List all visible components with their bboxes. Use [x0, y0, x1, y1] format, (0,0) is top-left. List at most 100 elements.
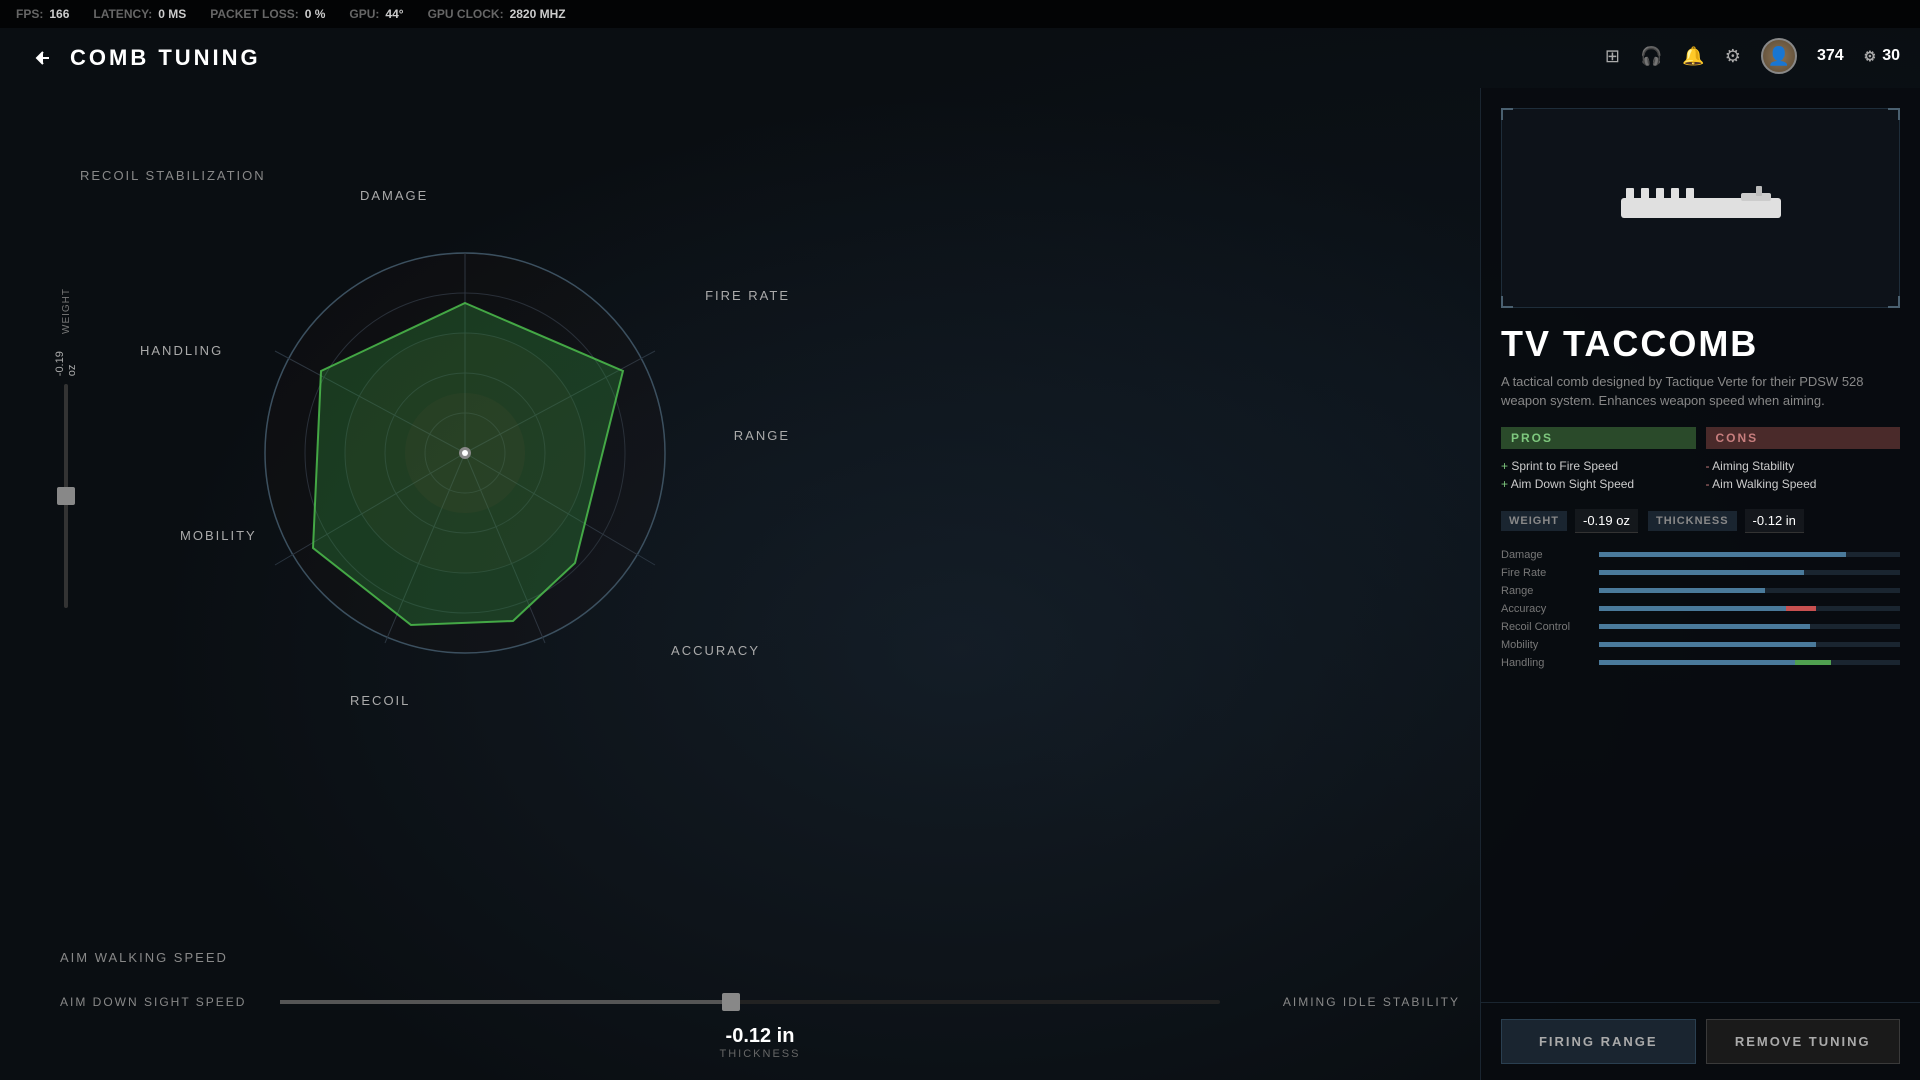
avatar-icon: 👤	[1768, 46, 1790, 67]
stat-mobility-fill	[1599, 642, 1816, 647]
gpu-stat: GPU: 44°	[349, 7, 403, 21]
pros-item-1: Sprint to Fire Speed	[1501, 457, 1696, 475]
aim-walking-label: AIM WALKING SPEED	[60, 950, 1460, 965]
weight-axis-label: WEIGHT	[61, 288, 72, 334]
latency-value: 0 MS	[158, 7, 186, 21]
stat-range-label: Range	[1501, 585, 1591, 597]
stat-accuracy-label: Accuracy	[1501, 603, 1591, 615]
bottom-section: AIM WALKING SPEED AIM DOWN SIGHT SPEED A…	[60, 950, 1460, 1060]
currency-2-value: 30	[1882, 47, 1900, 65]
pros-cons: PROS Sprint to Fire Speed Aim Down Sight…	[1481, 427, 1920, 509]
handling-label: HANDLING	[140, 343, 223, 358]
stat-recoil-bar	[1599, 624, 1900, 629]
stat-fire-rate-label: Fire Rate	[1501, 567, 1591, 579]
thickness-val: -0.12 in	[1745, 509, 1804, 533]
aim-down-sight-thumb[interactable]	[722, 993, 740, 1011]
stat-damage-bar	[1599, 552, 1900, 557]
aim-down-sight-label: AIM DOWN SIGHT SPEED	[60, 995, 260, 1009]
firing-range-button[interactable]: FIRING RANGE	[1501, 1019, 1696, 1064]
stat-accuracy-accent	[1786, 606, 1816, 611]
headphones-icon[interactable]: 🎧	[1640, 46, 1662, 67]
notification-icon[interactable]: 🔔	[1682, 46, 1704, 67]
thickness-axis-label: THICKNESS	[60, 1048, 1460, 1060]
right-panel: TV TACCOMB A tactical comb designed by T…	[1480, 88, 1920, 1080]
stat-accuracy: Accuracy	[1501, 603, 1900, 615]
stat-range-fill	[1599, 588, 1765, 593]
item-description: A tactical comb designed by Tactique Ver…	[1481, 372, 1920, 427]
stat-handling-label: Handling	[1501, 657, 1591, 669]
aim-down-sight-slider[interactable]	[280, 1000, 1220, 1004]
thickness-display: -0.12 in THICKNESS	[60, 1025, 1460, 1060]
nav-bar: COMB TUNING ⊞ 🎧 🔔 ⚙ 👤 374 ⚙ 30	[0, 28, 1920, 88]
weight-thickness: WEIGHT -0.19 oz THICKNESS -0.12 in	[1481, 509, 1920, 549]
stat-accuracy-fill	[1599, 606, 1786, 611]
stat-damage-label: Damage	[1501, 549, 1591, 561]
range-label: RANGE	[734, 428, 790, 443]
item-name: TV TACCOMB	[1481, 308, 1920, 372]
recoil-stabilization-label: RECOIL STABILIZATION	[80, 168, 266, 183]
cons-box: CONS Aiming Stability Aim Walking Speed	[1706, 427, 1901, 493]
stat-handling-bar	[1599, 660, 1900, 665]
cons-header: CONS	[1706, 427, 1901, 449]
stat-fire-rate-bar	[1599, 570, 1900, 575]
weapon-image	[1601, 168, 1801, 248]
radar-labels: DAMAGE FIRE RATE RANGE ACCURACY RECOIL M…	[140, 188, 790, 718]
page-title: COMB TUNING	[70, 45, 261, 71]
avatar[interactable]: 👤	[1761, 38, 1797, 74]
accuracy-label: ACCURACY	[671, 643, 760, 658]
gpu-clock-stat: GPU CLOCK: 2820 MHZ	[428, 7, 566, 21]
stat-accuracy-bar	[1599, 606, 1900, 611]
weight-slider-track[interactable]	[64, 384, 68, 608]
aiming-idle-label: AIMING IDLE STABILITY	[1240, 995, 1460, 1009]
stat-mobility: Mobility	[1501, 639, 1900, 651]
thickness-box: THICKNESS -0.12 in	[1648, 509, 1804, 533]
stat-fire-rate-fill	[1599, 570, 1804, 575]
damage-label: DAMAGE	[360, 188, 428, 203]
packet-loss-value: 0 %	[305, 7, 326, 21]
pros-header: PROS	[1501, 427, 1696, 449]
stat-handling-fill	[1599, 660, 1795, 665]
stat-handling: Handling	[1501, 657, 1900, 669]
gpu-clock-label: GPU CLOCK:	[428, 7, 504, 21]
stats-section: Damage Fire Rate Range Acc	[1481, 549, 1920, 1002]
fps-label: FPS:	[16, 7, 43, 21]
mobility-label: MOBILITY	[180, 528, 257, 543]
recoil-label: RECOIL	[350, 693, 410, 708]
gpu-label: GPU:	[349, 7, 379, 21]
weight-slider-thumb[interactable]	[57, 487, 75, 505]
cons-item-2: Aim Walking Speed	[1706, 475, 1901, 493]
settings-icon[interactable]: ⚙	[1725, 46, 1741, 67]
corner-tr	[1888, 108, 1900, 120]
corner-tl	[1501, 108, 1513, 120]
weight-box: WEIGHT -0.19 oz	[1501, 509, 1638, 533]
thickness-label: THICKNESS	[1648, 511, 1737, 531]
corner-bl	[1501, 296, 1513, 308]
pros-item-2: Aim Down Sight Speed	[1501, 475, 1696, 493]
packet-loss-label: PACKET LOSS:	[210, 7, 298, 21]
fps-value: 166	[49, 7, 69, 21]
packet-loss-stat: PACKET LOSS: 0 %	[210, 7, 325, 21]
thickness-value: -0.12 in	[60, 1025, 1460, 1048]
weight-val: -0.19 oz	[1575, 509, 1638, 533]
back-button[interactable]	[20, 38, 60, 78]
currency-2: ⚙ 30	[1864, 47, 1900, 65]
fire-rate-label: FIRE RATE	[705, 288, 790, 303]
stat-range-bar	[1599, 588, 1900, 593]
weight-label: WEIGHT	[1501, 511, 1567, 531]
remove-tuning-button[interactable]: REMOVE TUNING	[1706, 1019, 1901, 1064]
stat-mobility-label: Mobility	[1501, 639, 1591, 651]
left-panel: RECOIL STABILIZATION WEIGHT -0.19 oz DAM…	[0, 88, 1480, 1080]
stat-recoil: Recoil Control	[1501, 621, 1900, 633]
stat-range: Range	[1501, 585, 1900, 597]
bottom-buttons: FIRING RANGE REMOVE TUNING	[1481, 1002, 1920, 1080]
currency-1-value: 374	[1817, 47, 1844, 65]
cons-item-1: Aiming Stability	[1706, 457, 1901, 475]
grid-icon[interactable]: ⊞	[1605, 46, 1620, 67]
currency-2-icon: ⚙	[1864, 48, 1877, 65]
weapon-image-area	[1501, 108, 1900, 308]
stat-recoil-label: Recoil Control	[1501, 621, 1591, 633]
stat-mobility-bar	[1599, 642, 1900, 647]
stat-damage-fill	[1599, 552, 1846, 557]
weight-slider[interactable]: WEIGHT -0.19 oz	[60, 288, 72, 608]
pros-box: PROS Sprint to Fire Speed Aim Down Sight…	[1501, 427, 1696, 493]
